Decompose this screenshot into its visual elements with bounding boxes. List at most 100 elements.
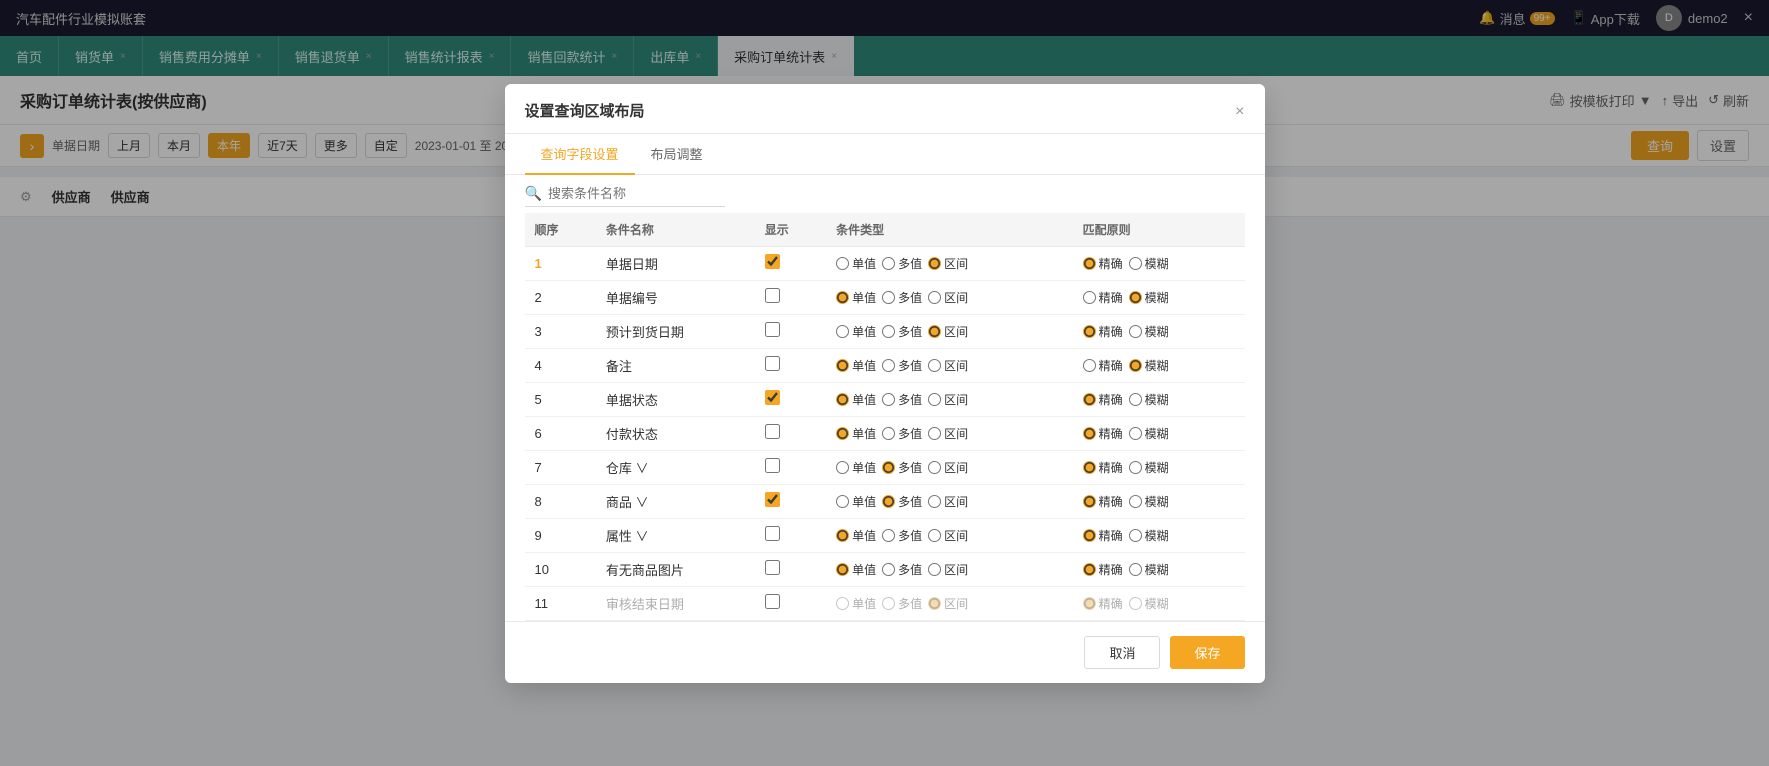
row-display[interactable] <box>755 348 826 382</box>
type-radio[interactable] <box>836 495 849 508</box>
match-radio-label[interactable]: 精确 <box>1083 459 1123 476</box>
display-checkbox[interactable] <box>765 492 780 507</box>
type-radio[interactable] <box>836 325 849 338</box>
type-radio[interactable] <box>928 291 941 304</box>
type-radio[interactable] <box>928 393 941 406</box>
match-radio[interactable] <box>1129 563 1142 576</box>
type-radio-label[interactable]: 单值 <box>836 357 876 374</box>
match-radio-label[interactable]: 模糊 <box>1129 357 1169 374</box>
display-checkbox[interactable] <box>765 526 780 541</box>
type-radio-label[interactable]: 区间 <box>928 527 968 544</box>
display-checkbox[interactable] <box>765 424 780 439</box>
row-type[interactable]: 单值多值区间 <box>826 382 1072 416</box>
match-radio[interactable] <box>1129 393 1142 406</box>
match-radio-label[interactable]: 精确 <box>1083 289 1123 306</box>
type-radio-label[interactable]: 区间 <box>928 289 968 306</box>
row-match[interactable]: 精确模糊 <box>1073 484 1245 518</box>
match-radio[interactable] <box>1083 563 1096 576</box>
type-radio-label[interactable]: 多值 <box>882 425 922 442</box>
save-button[interactable]: 保存 <box>1170 636 1244 669</box>
match-radio[interactable] <box>1083 257 1096 270</box>
display-checkbox[interactable] <box>765 390 780 405</box>
match-radio-label[interactable]: 精确 <box>1083 493 1123 510</box>
cancel-button[interactable]: 取消 <box>1084 636 1160 669</box>
match-radio-label[interactable]: 模糊 <box>1129 527 1169 544</box>
type-radio[interactable] <box>882 529 895 542</box>
match-radio-label[interactable]: 模糊 <box>1129 323 1169 340</box>
type-radio[interactable] <box>836 291 849 304</box>
match-radio-label[interactable]: 精确 <box>1083 527 1123 544</box>
type-radio[interactable] <box>882 427 895 440</box>
type-radio-label[interactable]: 区间 <box>928 323 968 340</box>
type-radio[interactable] <box>882 461 895 474</box>
match-radio-label[interactable]: 精确 <box>1083 255 1123 272</box>
type-radio-label[interactable]: 区间 <box>928 425 968 442</box>
row-display[interactable] <box>755 552 826 586</box>
type-radio-label[interactable]: 单值 <box>836 425 876 442</box>
type-radio-label[interactable]: 区间 <box>928 391 968 408</box>
type-radio[interactable] <box>928 461 941 474</box>
match-radio[interactable] <box>1083 393 1096 406</box>
row-display[interactable] <box>755 586 826 620</box>
type-radio-label[interactable]: 区间 <box>928 561 968 578</box>
type-radio[interactable] <box>882 495 895 508</box>
type-radio-label[interactable]: 单值 <box>836 391 876 408</box>
type-radio[interactable] <box>928 427 941 440</box>
modal-tab-fields[interactable]: 查询字段设置 <box>525 134 635 175</box>
type-radio-label[interactable]: 多值 <box>882 357 922 374</box>
match-radio-label[interactable]: 模糊 <box>1129 289 1169 306</box>
match-radio-label[interactable]: 模糊 <box>1129 391 1169 408</box>
type-radio-label[interactable]: 多值 <box>882 255 922 272</box>
type-radio-label[interactable]: 多值 <box>882 493 922 510</box>
row-display[interactable] <box>755 450 826 484</box>
row-display[interactable] <box>755 280 826 314</box>
match-radio[interactable] <box>1129 291 1142 304</box>
row-match[interactable]: 精确模糊 <box>1073 246 1245 280</box>
type-radio-label[interactable]: 多值 <box>882 527 922 544</box>
type-radio-label[interactable]: 单值 <box>836 493 876 510</box>
search-input[interactable] <box>548 186 708 201</box>
display-checkbox[interactable] <box>765 594 780 609</box>
type-radio-label[interactable]: 单值 <box>836 595 876 612</box>
type-radio-label[interactable]: 多值 <box>882 323 922 340</box>
match-radio[interactable] <box>1129 495 1142 508</box>
display-checkbox[interactable] <box>765 560 780 575</box>
type-radio-label[interactable]: 单值 <box>836 323 876 340</box>
match-radio[interactable] <box>1083 461 1096 474</box>
row-match[interactable]: 精确模糊 <box>1073 348 1245 382</box>
match-radio-label[interactable]: 模糊 <box>1129 459 1169 476</box>
type-radio[interactable] <box>836 393 849 406</box>
type-radio[interactable] <box>882 597 895 610</box>
type-radio-label[interactable]: 多值 <box>882 561 922 578</box>
match-radio-label[interactable]: 模糊 <box>1129 561 1169 578</box>
type-radio-label[interactable]: 单值 <box>836 527 876 544</box>
match-radio[interactable] <box>1083 427 1096 440</box>
type-radio-label[interactable]: 多值 <box>882 459 922 476</box>
row-display[interactable] <box>755 246 826 280</box>
match-radio-label[interactable]: 模糊 <box>1129 595 1169 612</box>
match-radio[interactable] <box>1083 291 1096 304</box>
type-radio[interactable] <box>836 257 849 270</box>
row-match[interactable]: 精确模糊 <box>1073 518 1245 552</box>
type-radio[interactable] <box>836 359 849 372</box>
match-radio[interactable] <box>1083 359 1096 372</box>
type-radio[interactable] <box>836 563 849 576</box>
display-checkbox[interactable] <box>765 254 780 269</box>
type-radio[interactable] <box>836 597 849 610</box>
type-radio[interactable] <box>928 495 941 508</box>
type-radio-label[interactable]: 单值 <box>836 561 876 578</box>
match-radio[interactable] <box>1129 325 1142 338</box>
match-radio[interactable] <box>1129 427 1142 440</box>
match-radio[interactable] <box>1083 597 1096 610</box>
type-radio[interactable] <box>928 359 941 372</box>
row-display[interactable] <box>755 382 826 416</box>
type-radio[interactable] <box>928 257 941 270</box>
match-radio-label[interactable]: 精确 <box>1083 561 1123 578</box>
row-match[interactable]: 精确模糊 <box>1073 450 1245 484</box>
row-type[interactable]: 单值多值区间 <box>826 246 1072 280</box>
row-display[interactable] <box>755 416 826 450</box>
type-radio-label[interactable]: 区间 <box>928 459 968 476</box>
match-radio[interactable] <box>1129 461 1142 474</box>
match-radio-label[interactable]: 精确 <box>1083 357 1123 374</box>
row-type[interactable]: 单值多值区间 <box>826 348 1072 382</box>
